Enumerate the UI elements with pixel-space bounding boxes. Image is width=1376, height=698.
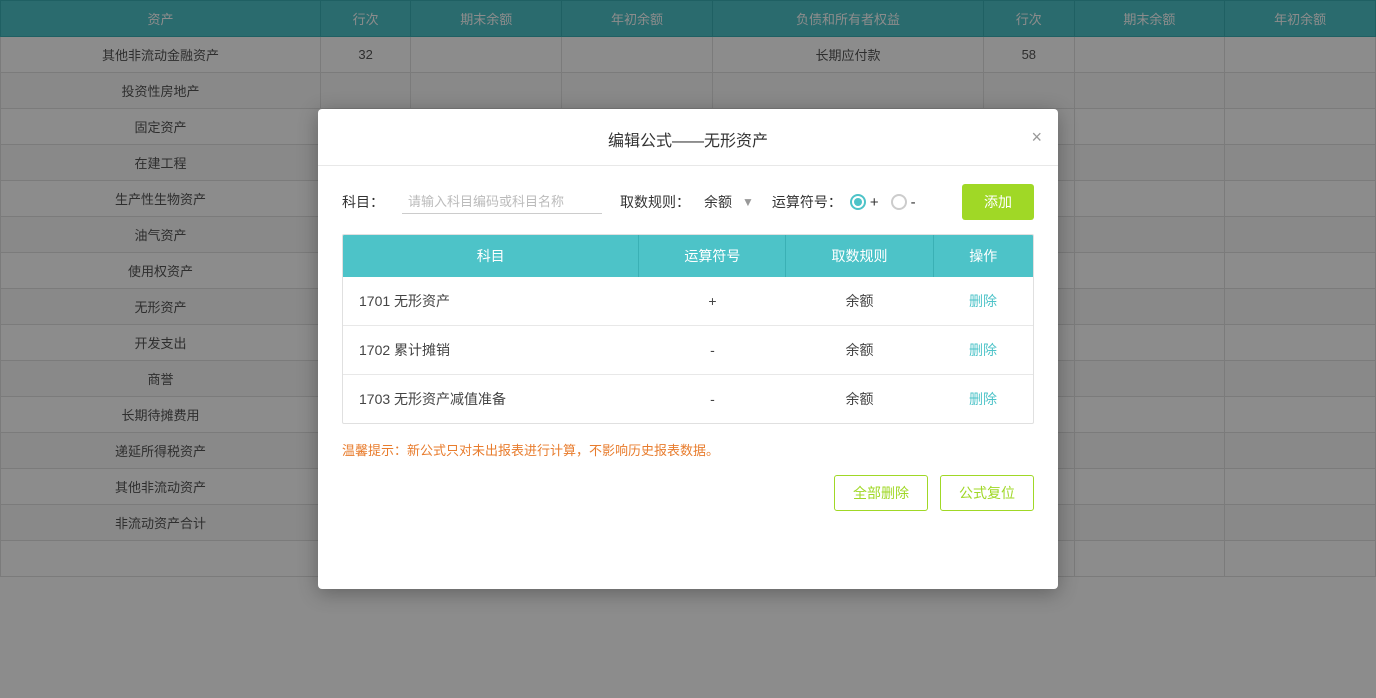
- radio-plus-circle: [850, 194, 866, 210]
- table-header-cell: 科目: [343, 235, 639, 277]
- operator-section: 运算符号： + -: [772, 192, 916, 212]
- fetch-rule-value: 余额: [698, 188, 738, 216]
- fetch-rule-section: 取数规则： 余额 ▼: [620, 188, 754, 216]
- formula-table-row: 1703 无形资产减值准备-余额 删除: [343, 375, 1033, 424]
- action-cell: 删除: [933, 277, 1033, 326]
- subject-input[interactable]: [402, 190, 602, 214]
- rule-cell: 余额: [786, 326, 933, 375]
- radio-minus-circle: [891, 194, 907, 210]
- add-button[interactable]: 添加: [962, 184, 1034, 220]
- reset-formula-button[interactable]: 公式复位: [940, 475, 1034, 511]
- rule-cell: 余额: [786, 375, 933, 424]
- formula-table-row: 1702 累计摊销-余额 删除: [343, 326, 1033, 375]
- fetch-rule-select[interactable]: 余额 ▼: [698, 188, 754, 216]
- formula-table-wrap: 科目运算符号取数规则操作 1701 无形资产+余额删除1702 累计摊销-余额删…: [342, 234, 1034, 424]
- subject-cell: 1703 无形资产减值准备: [343, 375, 639, 424]
- modal-close-button[interactable]: ×: [1031, 128, 1042, 146]
- radio-minus-label: -: [911, 194, 916, 211]
- operator-cell: -: [639, 326, 786, 375]
- delete-row-link[interactable]: 删除: [969, 293, 997, 309]
- table-header-cell: 操作: [933, 235, 1033, 277]
- subject-cell: 1701 无形资产: [343, 277, 639, 326]
- modal-header: 编辑公式——无形资产 ×: [318, 109, 1058, 166]
- operator-cell: +: [639, 277, 786, 326]
- rule-cell: 余额: [786, 277, 933, 326]
- modal-title: 编辑公式——无形资产: [608, 127, 768, 151]
- operator-radio-group: + -: [850, 194, 916, 211]
- action-cell: 删除: [933, 375, 1033, 424]
- radio-plus-label: +: [870, 194, 879, 211]
- formula-form: 科目： 取数规则： 余额 ▼ 运算符号： + -: [318, 166, 1058, 234]
- radio-plus[interactable]: +: [850, 194, 879, 211]
- delete-row-link[interactable]: 删除: [969, 342, 997, 358]
- fetch-rule-label: 取数规则：: [620, 192, 690, 212]
- modal-footer: 全部删除 公式复位: [318, 467, 1058, 515]
- radio-minus[interactable]: -: [891, 194, 916, 211]
- delete-row-link[interactable]: 删除: [969, 391, 997, 407]
- subject-cell: 1702 累计摊销: [343, 326, 639, 375]
- formula-table: 科目运算符号取数规则操作 1701 无形资产+余额删除1702 累计摊销-余额删…: [343, 235, 1033, 423]
- modal-dialog: 编辑公式——无形资产 × 科目： 取数规则： 余额 ▼ 运算符号： +: [318, 109, 1058, 589]
- operator-label: 运算符号：: [772, 192, 842, 212]
- operator-cell: -: [639, 375, 786, 424]
- hint-text: 温馨提示：新公式只对未出报表进行计算，不影响历史报表数据。: [342, 443, 719, 458]
- dropdown-arrow-icon: ▼: [742, 195, 754, 209]
- hint-row: 温馨提示：新公式只对未出报表进行计算，不影响历史报表数据。: [318, 424, 1058, 467]
- table-header-cell: 取数规则: [786, 235, 933, 277]
- modal-overlay: 编辑公式——无形资产 × 科目： 取数规则： 余额 ▼ 运算符号： +: [0, 0, 1376, 698]
- formula-table-row: 1701 无形资产+余额 删除: [343, 277, 1033, 326]
- action-cell: 删除: [933, 326, 1033, 375]
- subject-label: 科目：: [342, 192, 384, 212]
- delete-all-button[interactable]: 全部删除: [834, 475, 928, 511]
- table-header-cell: 运算符号: [639, 235, 786, 277]
